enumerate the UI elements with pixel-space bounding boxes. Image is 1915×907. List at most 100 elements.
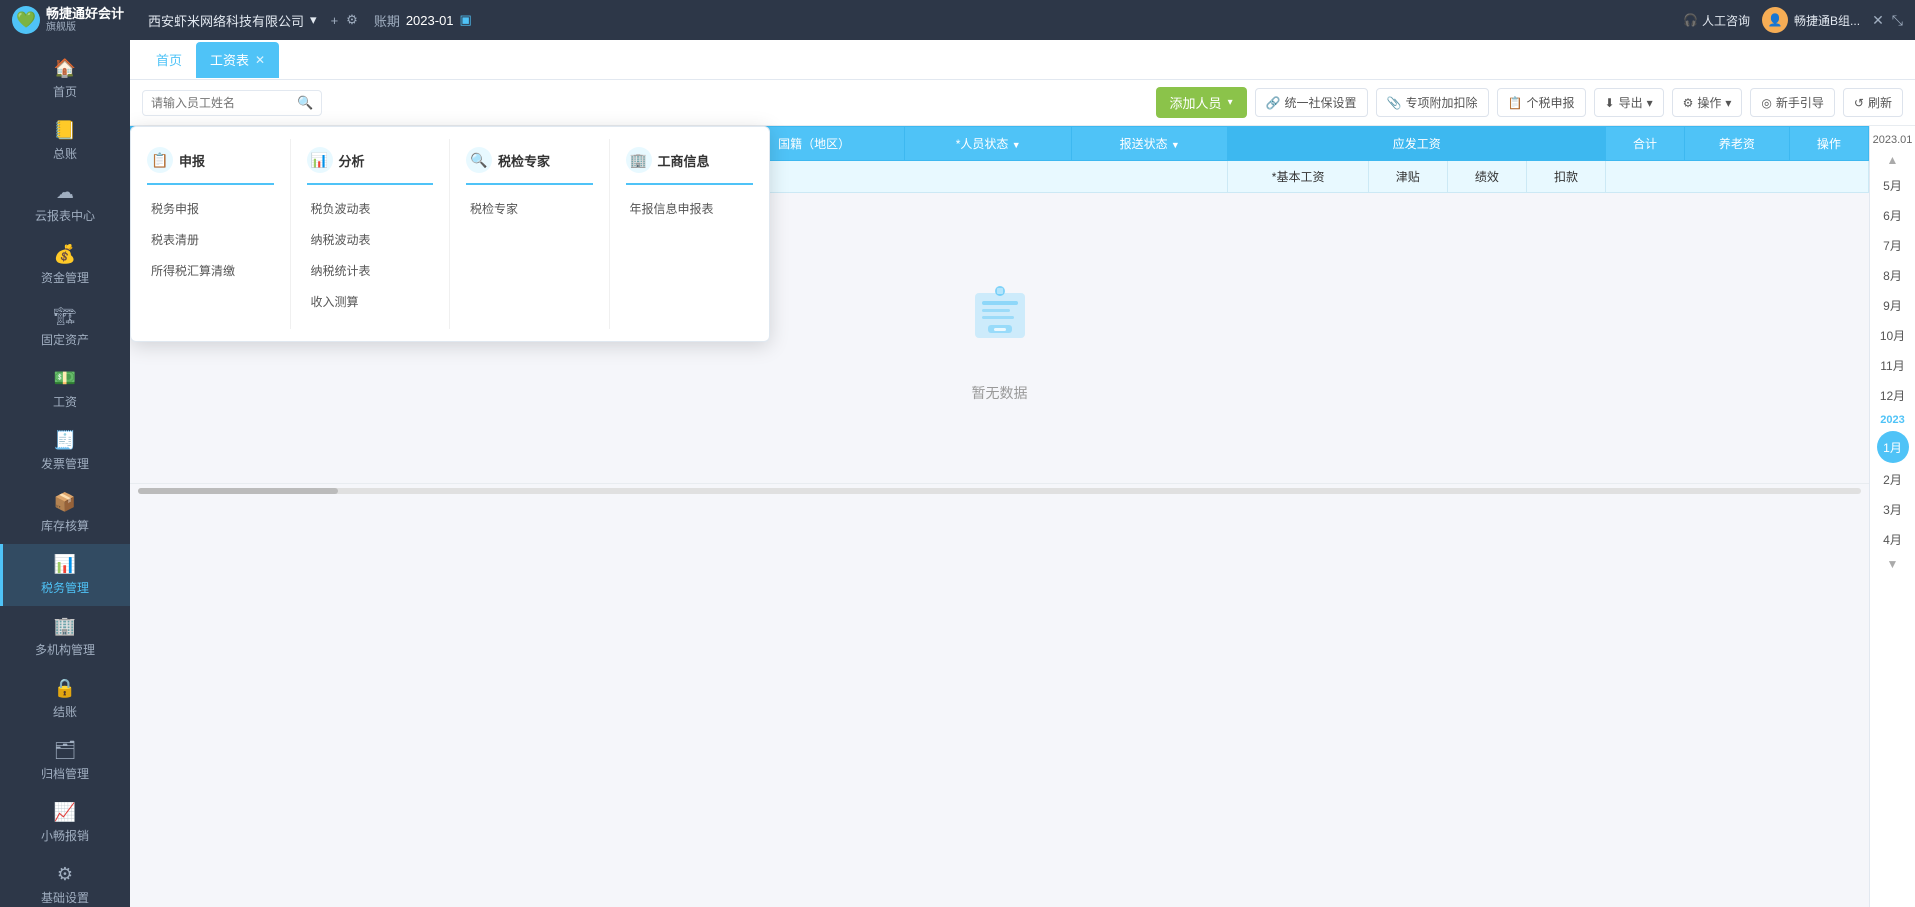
- sidebar-label-basic-settings: 基础设置: [41, 889, 89, 906]
- scroll-thumb[interactable]: [138, 488, 338, 494]
- menu-item-income-forecast[interactable]: 收入测算: [307, 286, 434, 317]
- cloud-icon: ☁: [56, 182, 74, 203]
- current-year-label: 2023.01: [1873, 130, 1913, 150]
- user-info[interactable]: 👤 畅捷通B组...: [1762, 7, 1860, 33]
- sidebar-item-invoice[interactable]: 🧾 发票管理: [0, 420, 130, 482]
- period-label: 账期: [374, 11, 400, 30]
- month-7[interactable]: 7月: [1874, 231, 1912, 259]
- scroll-track[interactable]: [138, 488, 1861, 494]
- menu-item-tax-burden[interactable]: 税负波动表: [307, 193, 434, 224]
- empty-text: 暂无数据: [972, 383, 1028, 403]
- refresh-button[interactable]: ↺ 刷新: [1843, 88, 1903, 117]
- sidebar-item-inventory[interactable]: 📦 库存核算: [0, 482, 130, 544]
- menu-item-annual-report[interactable]: 年报信息申报表: [626, 193, 754, 224]
- report-filter-icon[interactable]: ▼: [1171, 140, 1180, 150]
- sidebar-item-report-sales[interactable]: 📈 小畅报销: [0, 792, 130, 854]
- menu-item-income-tax[interactable]: 所得税汇算清缴: [147, 255, 274, 286]
- sidebar-item-basic-settings[interactable]: ⚙ 基础设置: [0, 854, 130, 907]
- logo-icon: 💚: [12, 6, 40, 34]
- tab-salary-close[interactable]: ✕: [255, 53, 265, 67]
- settings-icon[interactable]: ⚙: [346, 12, 358, 28]
- add-person-button[interactable]: 添加人员 ▾: [1156, 87, 1247, 118]
- search-icon: 🔍: [297, 95, 313, 111]
- declaration-section-icon: 📋: [147, 147, 173, 173]
- sidebar-item-ledger[interactable]: 📒 总账: [0, 110, 130, 172]
- chevron-down-icon: ▾: [310, 12, 317, 28]
- month-8[interactable]: 8月: [1874, 261, 1912, 289]
- sidebar-label-report-sales: 小畅报销: [41, 827, 89, 844]
- window-controls: ✕ ⤡: [1872, 12, 1903, 29]
- month-5[interactable]: 5月: [1874, 171, 1912, 199]
- operation-label: 操作: [1697, 94, 1721, 111]
- year-nav-down[interactable]: ▼: [1879, 554, 1907, 574]
- salary-icon: 💵: [54, 368, 76, 389]
- sidebar-label-inventory: 库存核算: [41, 517, 89, 534]
- year-nav-up[interactable]: ▲: [1879, 150, 1907, 170]
- calendar-icon[interactable]: ▣: [460, 12, 472, 28]
- operation-button[interactable]: ⚙ 操作 ▾: [1672, 88, 1743, 117]
- social-security-button[interactable]: 🔗 统一社保设置: [1255, 88, 1368, 117]
- month-4[interactable]: 4月: [1874, 525, 1912, 553]
- support-button[interactable]: 🎧 人工咨询: [1683, 12, 1750, 29]
- search-input[interactable]: [151, 96, 291, 110]
- company-name: 西安虾米网络科技有限公司: [148, 11, 304, 30]
- expand-icon[interactable]: ⤡: [1892, 12, 1903, 29]
- sidebar-item-multi-org[interactable]: 🏢 多机构管理: [0, 606, 130, 668]
- th-pension: 养老资: [1685, 127, 1790, 161]
- month-3[interactable]: 3月: [1874, 495, 1912, 523]
- month-2[interactable]: 2月: [1874, 465, 1912, 493]
- menu-item-tax-table[interactable]: 税表清册: [147, 224, 274, 255]
- export-button[interactable]: ⬇ 导出 ▾: [1594, 88, 1664, 117]
- th-spacer2: [1606, 161, 1869, 193]
- menu-item-tax-fluctuation[interactable]: 纳税波动表: [307, 224, 434, 255]
- section-header-analysis: 📊 分析: [307, 139, 434, 185]
- month-6[interactable]: 6月: [1874, 201, 1912, 229]
- special-deduction-button[interactable]: 📎 专项附加扣除: [1376, 88, 1489, 117]
- export-arrow-icon: ▾: [1647, 96, 1653, 110]
- sidebar-item-fund[interactable]: 💰 资金管理: [0, 234, 130, 296]
- tax-report-label: 个税申报: [1526, 94, 1574, 111]
- sidebar-item-salary[interactable]: 💵 工资: [0, 358, 130, 420]
- operation-icon: ⚙: [1683, 96, 1694, 110]
- tax-report-button[interactable]: 📋 个税申报: [1497, 88, 1586, 117]
- dropdown-section-declaration: 📋 申报 税务申报 税表清册 所得税汇算清缴: [131, 139, 291, 329]
- month-10[interactable]: 10月: [1874, 321, 1912, 349]
- company-selector[interactable]: 西安虾米网络科技有限公司 ▾: [140, 7, 325, 34]
- month-1[interactable]: 1月: [1877, 431, 1909, 463]
- social-security-icon: 🔗: [1266, 96, 1281, 110]
- dropdown-overlay: 📋 申报 税务申报 税表清册 所得税汇算清缴 📊 分析 税负波动表: [130, 126, 770, 342]
- sidebar-item-cloud-report[interactable]: ☁ 云报表中心: [0, 172, 130, 234]
- sidebar-label-cloud-report: 云报表中心: [35, 207, 95, 224]
- section-header-tax-expert: 🔍 税检专家: [466, 139, 593, 185]
- add-company-icon[interactable]: +: [331, 13, 339, 28]
- main-layout: 🏠 首页 📒 总账 ☁ 云报表中心 💰 资金管理 🏗 固定资产 💵 工资 🧾 发…: [0, 40, 1915, 907]
- sidebar-item-tax[interactable]: 📊 税务管理: [0, 544, 130, 606]
- status-filter-icon[interactable]: ▼: [1012, 140, 1021, 150]
- sidebar-item-close-account[interactable]: 🔒 结账: [0, 668, 130, 730]
- add-person-arrow-icon: ▾: [1228, 97, 1233, 108]
- menu-item-tax-expert[interactable]: 税检专家: [466, 193, 593, 224]
- home-icon: 🏠: [54, 58, 76, 79]
- month-9[interactable]: 9月: [1874, 291, 1912, 319]
- headset-icon: 🎧: [1683, 13, 1698, 27]
- sidebar-item-home[interactable]: 🏠 首页: [0, 48, 130, 110]
- close-icon[interactable]: ✕: [1872, 12, 1884, 29]
- ledger-icon: 📒: [54, 120, 76, 141]
- dropdown-section-tax-expert: 🔍 税检专家 税检专家: [450, 139, 610, 329]
- menu-item-tax-stats[interactable]: 纳税统计表: [307, 255, 434, 286]
- sidebar-item-archive[interactable]: 🗂 归档管理: [0, 730, 130, 792]
- refresh-label: 刷新: [1868, 94, 1892, 111]
- section-title-tax-expert: 税检专家: [498, 151, 550, 170]
- tab-home[interactable]: 首页: [142, 42, 196, 78]
- top-bar-right: 🎧 人工咨询 👤 畅捷通B组... ✕ ⤡: [1683, 7, 1903, 33]
- archive-icon: 🗂: [54, 740, 77, 761]
- sidebar-item-fixed-assets[interactable]: 🏗 固定资产: [0, 296, 130, 358]
- tab-salary[interactable]: 工资表 ✕: [196, 42, 279, 78]
- menu-item-tax-declaration[interactable]: 税务申报: [147, 193, 274, 224]
- sidebar-label-archive: 归档管理: [41, 765, 89, 782]
- guide-button[interactable]: ◎ 新手引导: [1750, 88, 1835, 117]
- month-12[interactable]: 12月: [1874, 381, 1912, 409]
- month-11[interactable]: 11月: [1874, 351, 1912, 379]
- sidebar-label-salary: 工资: [53, 393, 77, 410]
- section-title-business-info: 工商信息: [658, 151, 710, 170]
